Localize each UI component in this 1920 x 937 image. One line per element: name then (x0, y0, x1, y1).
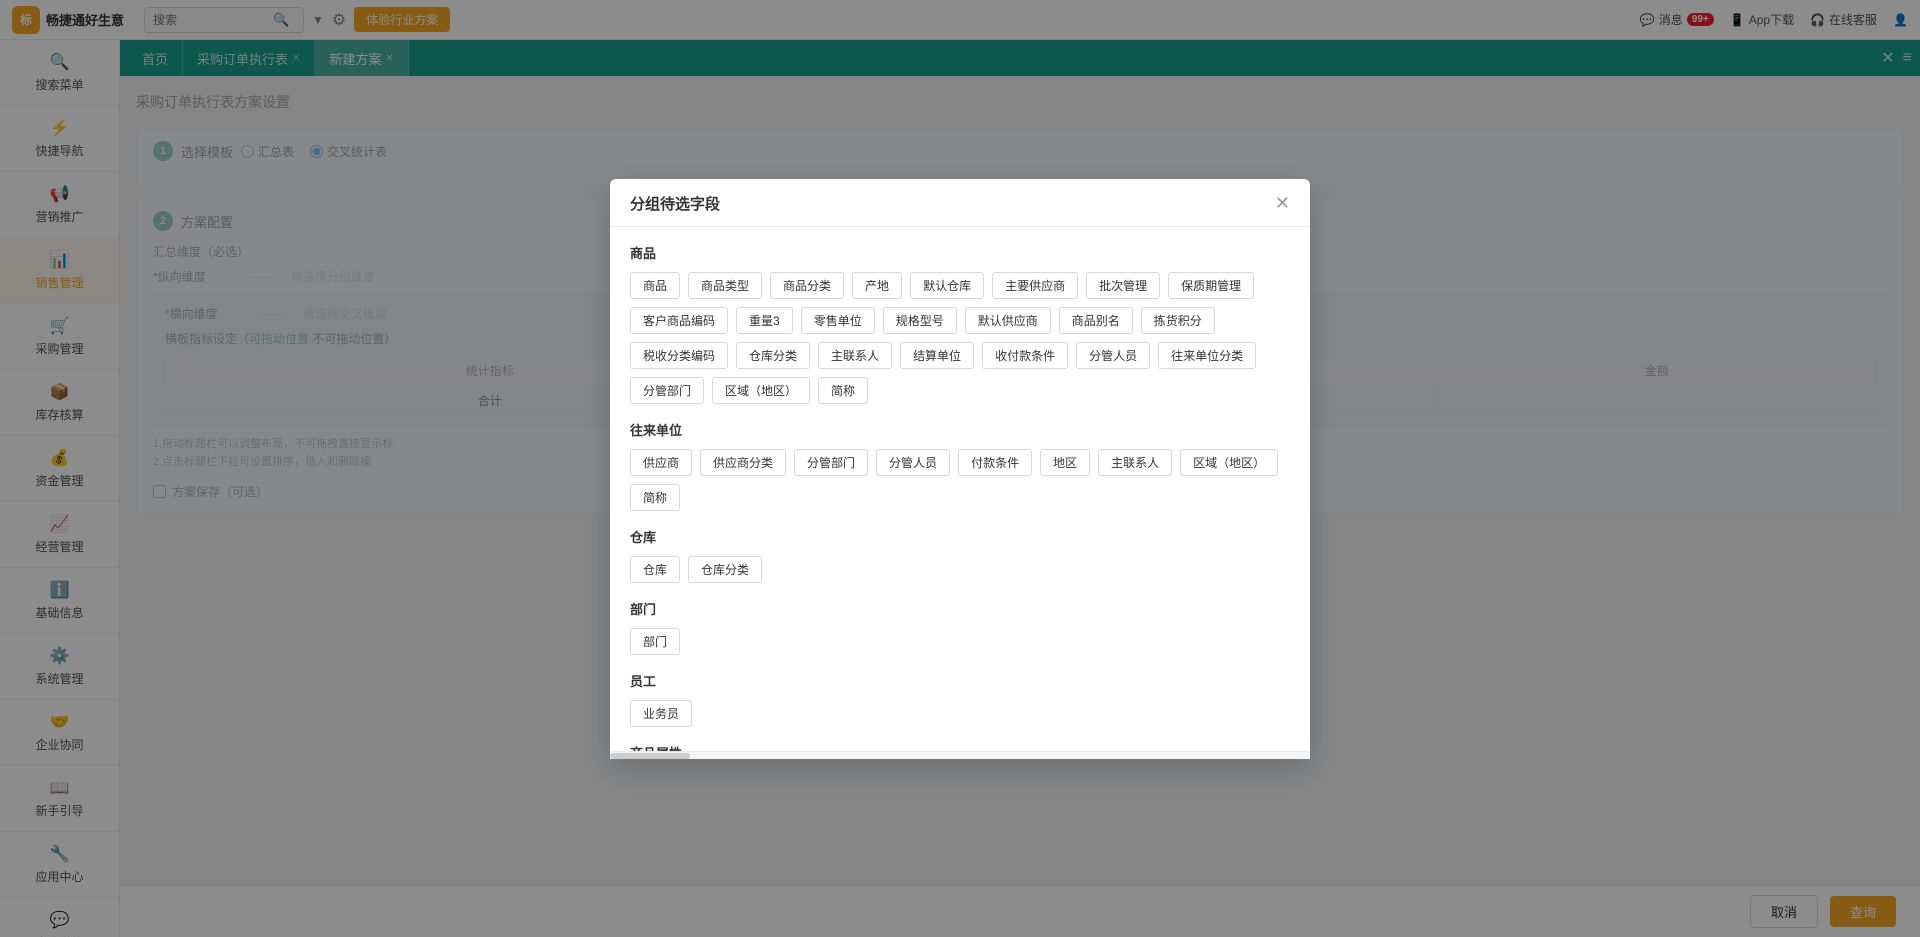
field-tag-supplier-cat[interactable]: 供应商分类 (700, 449, 786, 476)
scrollbar-thumb (610, 753, 690, 759)
field-tag-weight3[interactable]: 重量3 (736, 307, 793, 334)
field-tag-counterpart-cat[interactable]: 往来单位分类 (1158, 342, 1256, 369)
section-department-grid: 部门 (630, 628, 1290, 655)
field-tag-pick-points[interactable]: 拣货积分 (1141, 307, 1215, 334)
field-tag-shortname2[interactable]: 简称 (630, 484, 680, 511)
modal-header: 分组待选字段 ✕ (610, 179, 1310, 227)
section-product-attr-title: 商品属性 (630, 743, 1290, 751)
field-tag-warehouse-cat[interactable]: 仓库分类 (736, 342, 810, 369)
section-product: 商品 商品 商品类型 商品分类 产地 默认仓库 主要供应商 批次管理 保质期管理… (630, 243, 1290, 404)
field-tag-origin[interactable]: 产地 (852, 272, 902, 299)
field-tag-supervisor[interactable]: 分管人员 (1076, 342, 1150, 369)
field-tag-batch[interactable]: 批次管理 (1086, 272, 1160, 299)
modal-scrollbar-x[interactable] (610, 751, 1310, 759)
section-department: 部门 部门 (630, 599, 1290, 655)
field-tag-region2[interactable]: 区域（地区） (1180, 449, 1278, 476)
field-tag-alias[interactable]: 商品别名 (1059, 307, 1133, 334)
field-tag-tax-code[interactable]: 税收分类编码 (630, 342, 728, 369)
section-counterpart-title: 往来单位 (630, 420, 1290, 439)
field-tag-main-contact[interactable]: 主联系人 (818, 342, 892, 369)
field-tag-customer-code[interactable]: 客户商品编码 (630, 307, 728, 334)
field-tag-region[interactable]: 区域（地区） (712, 377, 810, 404)
field-tag-payment-terms[interactable]: 收付款条件 (982, 342, 1068, 369)
section-counterpart: 往来单位 供应商 供应商分类 分管部门 分管人员 付款条件 地区 主联系人 区域… (630, 420, 1290, 511)
section-warehouse: 仓库 仓库 仓库分类 (630, 527, 1290, 583)
field-tag-supervisor2[interactable]: 分管人员 (876, 449, 950, 476)
section-employee: 员工 业务员 (630, 671, 1290, 727)
field-tag-area[interactable]: 地区 (1040, 449, 1090, 476)
field-tag-spec[interactable]: 规格型号 (883, 307, 957, 334)
field-tag-product-type[interactable]: 商品类型 (688, 272, 762, 299)
modal-close-icon[interactable]: ✕ (1275, 193, 1290, 214)
field-tag-shortname[interactable]: 简称 (818, 377, 868, 404)
section-product-grid: 商品 商品类型 商品分类 产地 默认仓库 主要供应商 批次管理 保质期管理 客户… (630, 272, 1290, 404)
field-tag-product-category[interactable]: 商品分类 (770, 272, 844, 299)
section-warehouse-grid: 仓库 仓库分类 (630, 556, 1290, 583)
field-tag-retail-unit[interactable]: 零售单位 (801, 307, 875, 334)
section-warehouse-title: 仓库 (630, 527, 1290, 546)
field-tag-supplier[interactable]: 供应商 (630, 449, 692, 476)
field-tag-main-supplier[interactable]: 主要供应商 (992, 272, 1078, 299)
field-tag-department[interactable]: 部门 (630, 628, 680, 655)
section-product-title: 商品 (630, 243, 1290, 262)
modal-title: 分组待选字段 (630, 193, 720, 214)
modal-body[interactable]: 商品 商品 商品类型 商品分类 产地 默认仓库 主要供应商 批次管理 保质期管理… (610, 227, 1310, 751)
field-tag-dept2[interactable]: 分管部门 (794, 449, 868, 476)
section-employee-grid: 业务员 (630, 700, 1290, 727)
field-tag-dept[interactable]: 分管部门 (630, 377, 704, 404)
field-selection-modal: 分组待选字段 ✕ 商品 商品 商品类型 商品分类 产地 默认仓库 主要供应商 批… (610, 179, 1310, 759)
field-tag-default-supplier[interactable]: 默认供应商 (965, 307, 1051, 334)
field-tag-default-warehouse[interactable]: 默认仓库 (910, 272, 984, 299)
field-tag-settlement[interactable]: 结算单位 (900, 342, 974, 369)
field-tag-quality[interactable]: 保质期管理 (1168, 272, 1254, 299)
field-tag-salesperson[interactable]: 业务员 (630, 700, 692, 727)
section-product-attr: 商品属性 属性 颜色 多规格 尺码 鞋码 1 (630, 743, 1290, 751)
field-tag-main-contact2[interactable]: 主联系人 (1098, 449, 1172, 476)
field-tag-warehouse[interactable]: 仓库 (630, 556, 680, 583)
section-counterpart-grid: 供应商 供应商分类 分管部门 分管人员 付款条件 地区 主联系人 区域（地区） … (630, 449, 1290, 511)
field-tag-warehouse-category[interactable]: 仓库分类 (688, 556, 762, 583)
field-tag-product[interactable]: 商品 (630, 272, 680, 299)
section-employee-title: 员工 (630, 671, 1290, 690)
field-tag-payment-cond[interactable]: 付款条件 (958, 449, 1032, 476)
section-department-title: 部门 (630, 599, 1290, 618)
modal-overlay: 分组待选字段 ✕ 商品 商品 商品类型 商品分类 产地 默认仓库 主要供应商 批… (0, 0, 1920, 937)
